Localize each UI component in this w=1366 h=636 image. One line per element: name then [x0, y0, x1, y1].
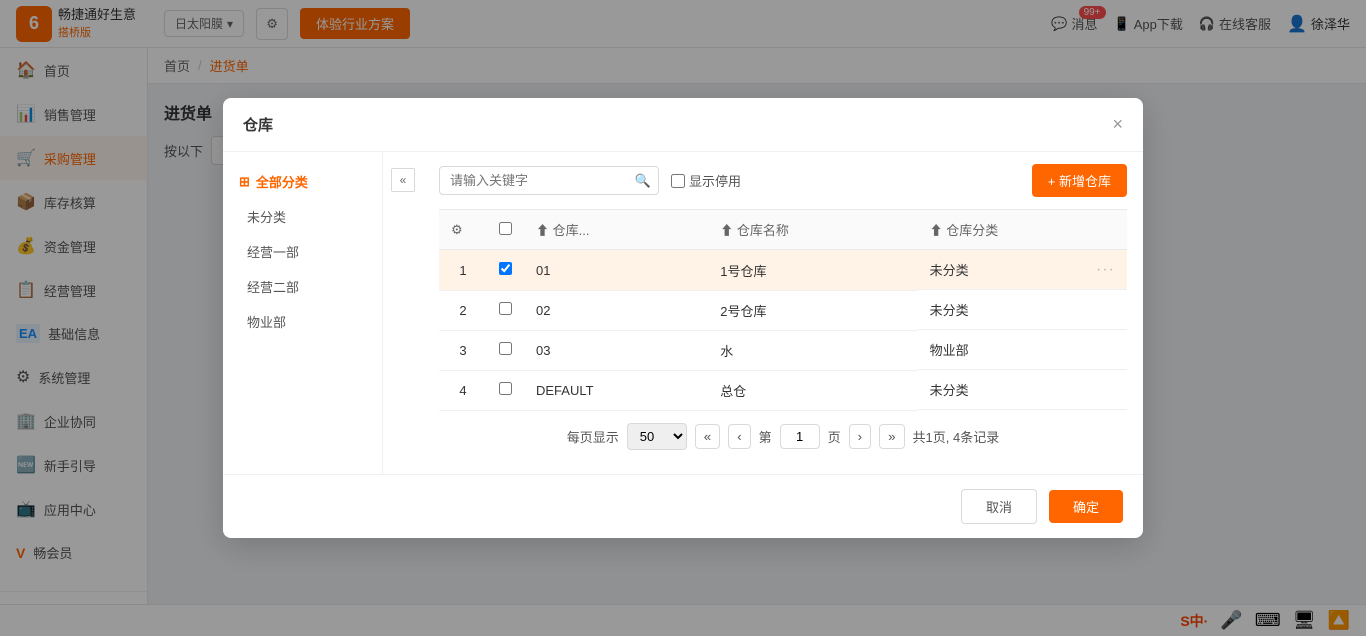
collapse-area: «: [383, 152, 423, 474]
row-checkbox[interactable]: [499, 342, 512, 355]
show-disabled-label[interactable]: 显示停用: [671, 171, 741, 190]
row-name: 总仓: [708, 370, 917, 410]
col-header-code: ⬆ 仓库...: [524, 210, 708, 250]
col-header-gear: ⚙: [439, 210, 487, 250]
category-item-none[interactable]: 未分类: [223, 199, 382, 234]
row-category: 未分类 ···: [918, 250, 1127, 290]
row-more-button[interactable]: ···: [1096, 261, 1115, 279]
row-checkbox-cell: [487, 330, 524, 370]
row-index: 2: [439, 290, 487, 330]
row-code: 02: [524, 290, 708, 330]
search-bar: 🔍 显示停用 + 新增仓库: [439, 164, 1127, 197]
row-category: 物业部: [918, 330, 1127, 370]
col-header-name: ⬆ 仓库名称: [708, 210, 917, 250]
search-icon[interactable]: 🔍: [635, 173, 651, 189]
show-disabled-checkbox[interactable]: [671, 174, 685, 188]
warehouse-dialog: 仓库 × ⊞ 全部分类 未分类 经营一部 经营二部 物业部 «: [223, 98, 1143, 538]
row-checkbox-cell: [487, 370, 524, 410]
last-page-button[interactable]: »: [879, 424, 904, 449]
table-row[interactable]: 4 DEFAULT 总仓 未分类: [439, 370, 1127, 410]
dialog-body: ⊞ 全部分类 未分类 经营一部 经营二部 物业部 « 🔍: [223, 152, 1143, 474]
prev-page-button[interactable]: ‹: [728, 424, 750, 449]
row-code: 03: [524, 330, 708, 370]
row-category: 未分类: [918, 370, 1127, 410]
row-index: 3: [439, 330, 487, 370]
row-category: 未分类: [918, 290, 1127, 330]
table-row[interactable]: 2 02 2号仓库 未分类: [439, 290, 1127, 330]
warehouse-table: ⚙ ⬆ 仓库... ⬆: [439, 209, 1127, 411]
first-page-button[interactable]: «: [695, 424, 720, 449]
table-panel: 🔍 显示停用 + 新增仓库 ⚙: [423, 152, 1143, 474]
cancel-button[interactable]: 取消: [961, 489, 1037, 524]
search-input[interactable]: [439, 166, 659, 195]
col-header-check: [487, 210, 524, 250]
grid-icon: ⊞: [239, 174, 250, 190]
add-warehouse-button[interactable]: + 新增仓库: [1032, 164, 1127, 197]
dialog-title: 仓库: [243, 114, 273, 135]
sort-icon-name: ⬆: [720, 223, 733, 238]
row-checkbox[interactable]: [499, 382, 512, 395]
dialog-header: 仓库 ×: [223, 98, 1143, 152]
select-all-checkbox[interactable]: [499, 222, 512, 235]
collapse-button[interactable]: «: [391, 168, 415, 192]
col-header-category: ⬆ 仓库分类: [918, 210, 1127, 250]
gear-icon: ⚙: [451, 222, 463, 237]
dialog-overlay: 仓库 × ⊞ 全部分类 未分类 经营一部 经营二部 物业部 «: [0, 0, 1366, 636]
search-wrap: 🔍: [439, 166, 659, 195]
row-checkbox[interactable]: [499, 262, 512, 275]
page-number-input[interactable]: [780, 424, 820, 449]
sort-icon-cat: ⬆: [930, 223, 943, 238]
category-item-property[interactable]: 物业部: [223, 304, 382, 339]
row-code: 01: [524, 250, 708, 291]
row-checkbox-cell: [487, 290, 524, 330]
sort-icon: ⬆: [536, 223, 549, 238]
row-checkbox[interactable]: [499, 302, 512, 315]
table-container: ⚙ ⬆ 仓库... ⬆: [439, 209, 1127, 411]
row-name: 2号仓库: [708, 290, 917, 330]
confirm-button[interactable]: 确定: [1049, 490, 1123, 523]
dialog-close-button[interactable]: ×: [1112, 114, 1123, 135]
row-name: 1号仓库: [708, 250, 917, 291]
total-info: 共1页, 4条记录: [913, 427, 1000, 446]
table-row[interactable]: 3 03 水 物业部: [439, 330, 1127, 370]
category-item-ops2[interactable]: 经营二部: [223, 269, 382, 304]
category-item-ops1[interactable]: 经营一部: [223, 234, 382, 269]
row-checkbox-cell: [487, 250, 524, 291]
all-category-item[interactable]: ⊞ 全部分类: [223, 164, 382, 199]
table-row[interactable]: 1 01 1号仓库 未分类 ···: [439, 250, 1127, 291]
table-header-row: ⚙ ⬆ 仓库... ⬆: [439, 210, 1127, 250]
per-page-select[interactable]: 50 20 100: [627, 423, 687, 450]
category-panel: ⊞ 全部分类 未分类 经营一部 经营二部 物业部: [223, 152, 383, 474]
row-code: DEFAULT: [524, 370, 708, 410]
row-index: 1: [439, 250, 487, 291]
next-page-button[interactable]: ›: [849, 424, 871, 449]
dialog-footer: 取消 确定: [223, 474, 1143, 538]
row-index: 4: [439, 370, 487, 410]
row-name: 水: [708, 330, 917, 370]
pagination: 每页显示 50 20 100 « ‹ 第 页 › » 共1页, 4条记录: [439, 411, 1127, 462]
